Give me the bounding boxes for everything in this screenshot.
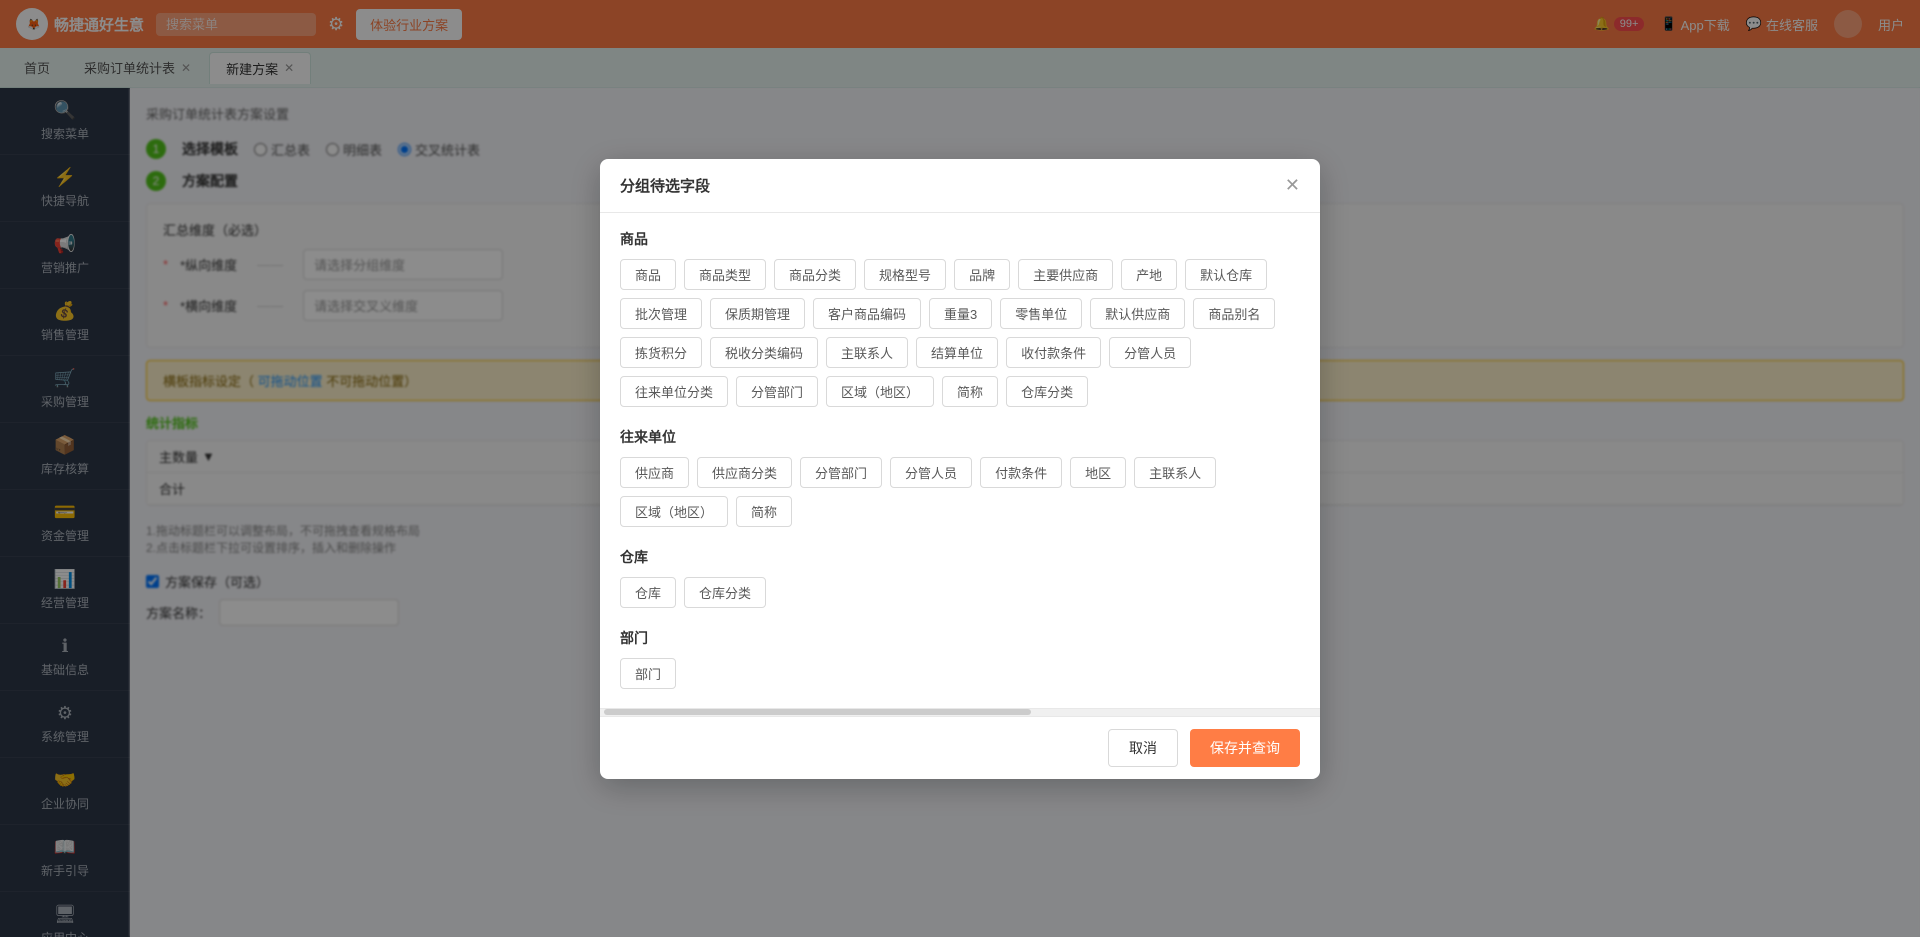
field-tag-counterparty-1[interactable]: 供应商分类 bbox=[697, 457, 792, 488]
field-selection-modal: 分组待选字段 ✕ 商品 商品 商品类型 商品分类 规格型号 品牌 主要供应商 产… bbox=[600, 159, 1320, 779]
modal-header: 分组待选字段 ✕ bbox=[600, 159, 1320, 213]
field-tag-product-25[interactable]: 仓库分类 bbox=[1006, 376, 1088, 407]
field-tags-counterparty: 供应商 供应商分类 分管部门 分管人员 付款条件 地区 主联系人 区域（地区） … bbox=[620, 457, 1300, 527]
hscroll-thumb bbox=[604, 709, 1031, 715]
field-tag-product-23[interactable]: 区域（地区） bbox=[826, 376, 934, 407]
field-tag-product-14[interactable]: 商品别名 bbox=[1193, 298, 1275, 329]
field-tag-product-6[interactable]: 产地 bbox=[1121, 259, 1177, 290]
field-tag-product-21[interactable]: 往来单位分类 bbox=[620, 376, 728, 407]
field-tag-counterparty-3[interactable]: 分管人员 bbox=[890, 457, 972, 488]
modal-overlay: 分组待选字段 ✕ 商品 商品 商品类型 商品分类 规格型号 品牌 主要供应商 产… bbox=[0, 0, 1920, 937]
field-tag-product-7[interactable]: 默认仓库 bbox=[1185, 259, 1267, 290]
field-tag-product-4[interactable]: 品牌 bbox=[954, 259, 1010, 290]
field-group-department: 部门 部门 bbox=[620, 628, 1300, 689]
field-tag-product-19[interactable]: 收付款条件 bbox=[1006, 337, 1101, 368]
field-tags-department: 部门 bbox=[620, 658, 1300, 689]
field-tag-department-0[interactable]: 部门 bbox=[620, 658, 676, 689]
field-group-department-title: 部门 bbox=[620, 628, 1300, 648]
field-tag-product-5[interactable]: 主要供应商 bbox=[1018, 259, 1113, 290]
field-tag-counterparty-7[interactable]: 区域（地区） bbox=[620, 496, 728, 527]
field-tag-product-2[interactable]: 商品分类 bbox=[774, 259, 856, 290]
field-group-counterparty: 往来单位 供应商 供应商分类 分管部门 分管人员 付款条件 地区 主联系人 区域… bbox=[620, 427, 1300, 527]
field-group-counterparty-title: 往来单位 bbox=[620, 427, 1300, 447]
field-group-warehouse-title: 仓库 bbox=[620, 547, 1300, 567]
cancel-button[interactable]: 取消 bbox=[1108, 729, 1178, 767]
field-tag-product-1[interactable]: 商品类型 bbox=[684, 259, 766, 290]
field-group-warehouse: 仓库 仓库 仓库分类 bbox=[620, 547, 1300, 608]
field-group-product-title: 商品 bbox=[620, 229, 1300, 249]
field-tag-product-8[interactable]: 批次管理 bbox=[620, 298, 702, 329]
field-tag-warehouse-0[interactable]: 仓库 bbox=[620, 577, 676, 608]
field-tag-product-11[interactable]: 重量3 bbox=[929, 298, 992, 329]
modal-title: 分组待选字段 bbox=[620, 175, 710, 196]
modal-horizontal-scrollbar[interactable] bbox=[600, 708, 1320, 716]
modal-close-button[interactable]: ✕ bbox=[1285, 175, 1300, 196]
field-tag-product-17[interactable]: 主联系人 bbox=[826, 337, 908, 368]
field-tag-counterparty-0[interactable]: 供应商 bbox=[620, 457, 689, 488]
field-tag-product-15[interactable]: 拣货积分 bbox=[620, 337, 702, 368]
field-tag-product-0[interactable]: 商品 bbox=[620, 259, 676, 290]
field-tags-warehouse: 仓库 仓库分类 bbox=[620, 577, 1300, 608]
field-tags-product: 商品 商品类型 商品分类 规格型号 品牌 主要供应商 产地 默认仓库 批次管理 … bbox=[620, 259, 1300, 407]
field-tag-counterparty-2[interactable]: 分管部门 bbox=[800, 457, 882, 488]
field-tag-counterparty-4[interactable]: 付款条件 bbox=[980, 457, 1062, 488]
field-tag-product-10[interactable]: 客户商品编码 bbox=[813, 298, 921, 329]
field-tag-product-9[interactable]: 保质期管理 bbox=[710, 298, 805, 329]
modal-footer: 取消 保存并查询 bbox=[600, 716, 1320, 779]
modal-body: 商品 商品 商品类型 商品分类 规格型号 品牌 主要供应商 产地 默认仓库 批次… bbox=[600, 213, 1320, 708]
field-tag-product-12[interactable]: 零售单位 bbox=[1000, 298, 1082, 329]
field-tag-warehouse-1[interactable]: 仓库分类 bbox=[684, 577, 766, 608]
field-tag-product-22[interactable]: 分管部门 bbox=[736, 376, 818, 407]
field-tag-product-20[interactable]: 分管人员 bbox=[1109, 337, 1191, 368]
field-tag-counterparty-8[interactable]: 简称 bbox=[736, 496, 792, 527]
field-tag-product-3[interactable]: 规格型号 bbox=[864, 259, 946, 290]
save-query-button[interactable]: 保存并查询 bbox=[1190, 729, 1300, 767]
field-tag-counterparty-6[interactable]: 主联系人 bbox=[1134, 457, 1216, 488]
field-tag-product-24[interactable]: 简称 bbox=[942, 376, 998, 407]
field-tag-product-16[interactable]: 税收分类编码 bbox=[710, 337, 818, 368]
field-group-product: 商品 商品 商品类型 商品分类 规格型号 品牌 主要供应商 产地 默认仓库 批次… bbox=[620, 229, 1300, 407]
field-tag-counterparty-5[interactable]: 地区 bbox=[1070, 457, 1126, 488]
field-tag-product-18[interactable]: 结算单位 bbox=[916, 337, 998, 368]
field-tag-product-13[interactable]: 默认供应商 bbox=[1090, 298, 1185, 329]
